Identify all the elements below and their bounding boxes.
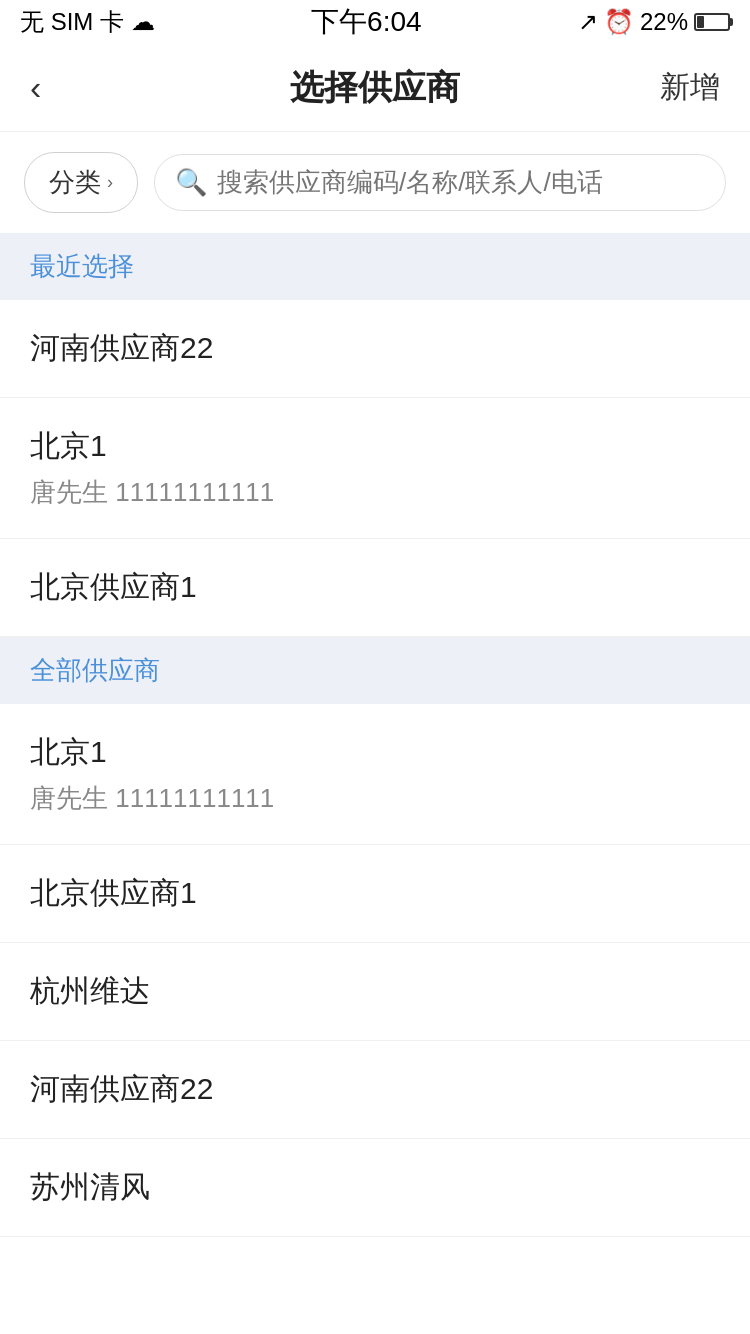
list-item[interactable]: 北京1 唐先生 11111111111 — [0, 704, 750, 845]
item-name: 河南供应商22 — [30, 1069, 720, 1110]
recent-section-label: 最近选择 — [30, 251, 134, 281]
status-right: ↗ ⏰ 22% — [578, 8, 730, 36]
sim-status: 无 SIM 卡 ☁ — [20, 6, 155, 38]
location-icon: ↗ — [578, 8, 598, 36]
nav-bar: ‹ 选择供应商 新增 — [0, 44, 750, 132]
alarm-icon: ⏰ — [604, 8, 634, 36]
search-icon: 🔍 — [175, 167, 207, 198]
list-item[interactable]: 北京1 唐先生 11111111111 — [0, 398, 750, 539]
item-name: 杭州维达 — [30, 971, 720, 1012]
list-item[interactable]: 杭州维达 — [0, 943, 750, 1041]
filter-bar: 分类 › 🔍 — [0, 132, 750, 233]
back-button[interactable]: ‹ — [30, 68, 90, 107]
status-bar: 无 SIM 卡 ☁ 下午6:04 ↗ ⏰ 22% — [0, 0, 750, 44]
list-item[interactable]: 苏州清风 — [0, 1139, 750, 1237]
status-left: 无 SIM 卡 ☁ — [20, 6, 155, 38]
item-name: 北京1 — [30, 426, 720, 467]
item-name: 北京供应商1 — [30, 567, 720, 608]
battery-icon — [694, 13, 730, 31]
battery-percent: 22% — [640, 8, 688, 36]
item-name: 北京供应商1 — [30, 873, 720, 914]
search-input[interactable] — [217, 167, 705, 198]
item-name: 河南供应商22 — [30, 328, 720, 369]
recent-list: 河南供应商22 北京1 唐先生 11111111111 北京供应商1 — [0, 300, 750, 637]
all-section-label: 全部供应商 — [30, 655, 160, 685]
category-button[interactable]: 分类 › — [24, 152, 138, 213]
item-sub: 唐先生 11111111111 — [30, 781, 720, 816]
all-section-header: 全部供应商 — [0, 637, 750, 704]
recent-section-header: 最近选择 — [0, 233, 750, 300]
search-bar[interactable]: 🔍 — [154, 154, 726, 211]
status-time: 下午6:04 — [311, 3, 422, 41]
all-list: 北京1 唐先生 11111111111 北京供应商1 杭州维达河南供应商22 苏州清风 — [0, 704, 750, 1237]
category-label: 分类 — [49, 165, 101, 200]
item-name: 苏州清风 — [30, 1167, 720, 1208]
list-item[interactable]: 河南供应商22 — [0, 300, 750, 398]
list-item[interactable]: 北京供应商1 — [0, 845, 750, 943]
page-title: 选择供应商 — [290, 65, 460, 111]
chevron-right-icon: › — [107, 172, 113, 193]
item-name: 北京1 — [30, 732, 720, 773]
add-button[interactable]: 新增 — [660, 67, 720, 108]
list-item[interactable]: 河南供应商22 — [0, 1041, 750, 1139]
list-item[interactable]: 北京供应商1 — [0, 539, 750, 637]
item-sub: 唐先生 11111111111 — [30, 475, 720, 510]
